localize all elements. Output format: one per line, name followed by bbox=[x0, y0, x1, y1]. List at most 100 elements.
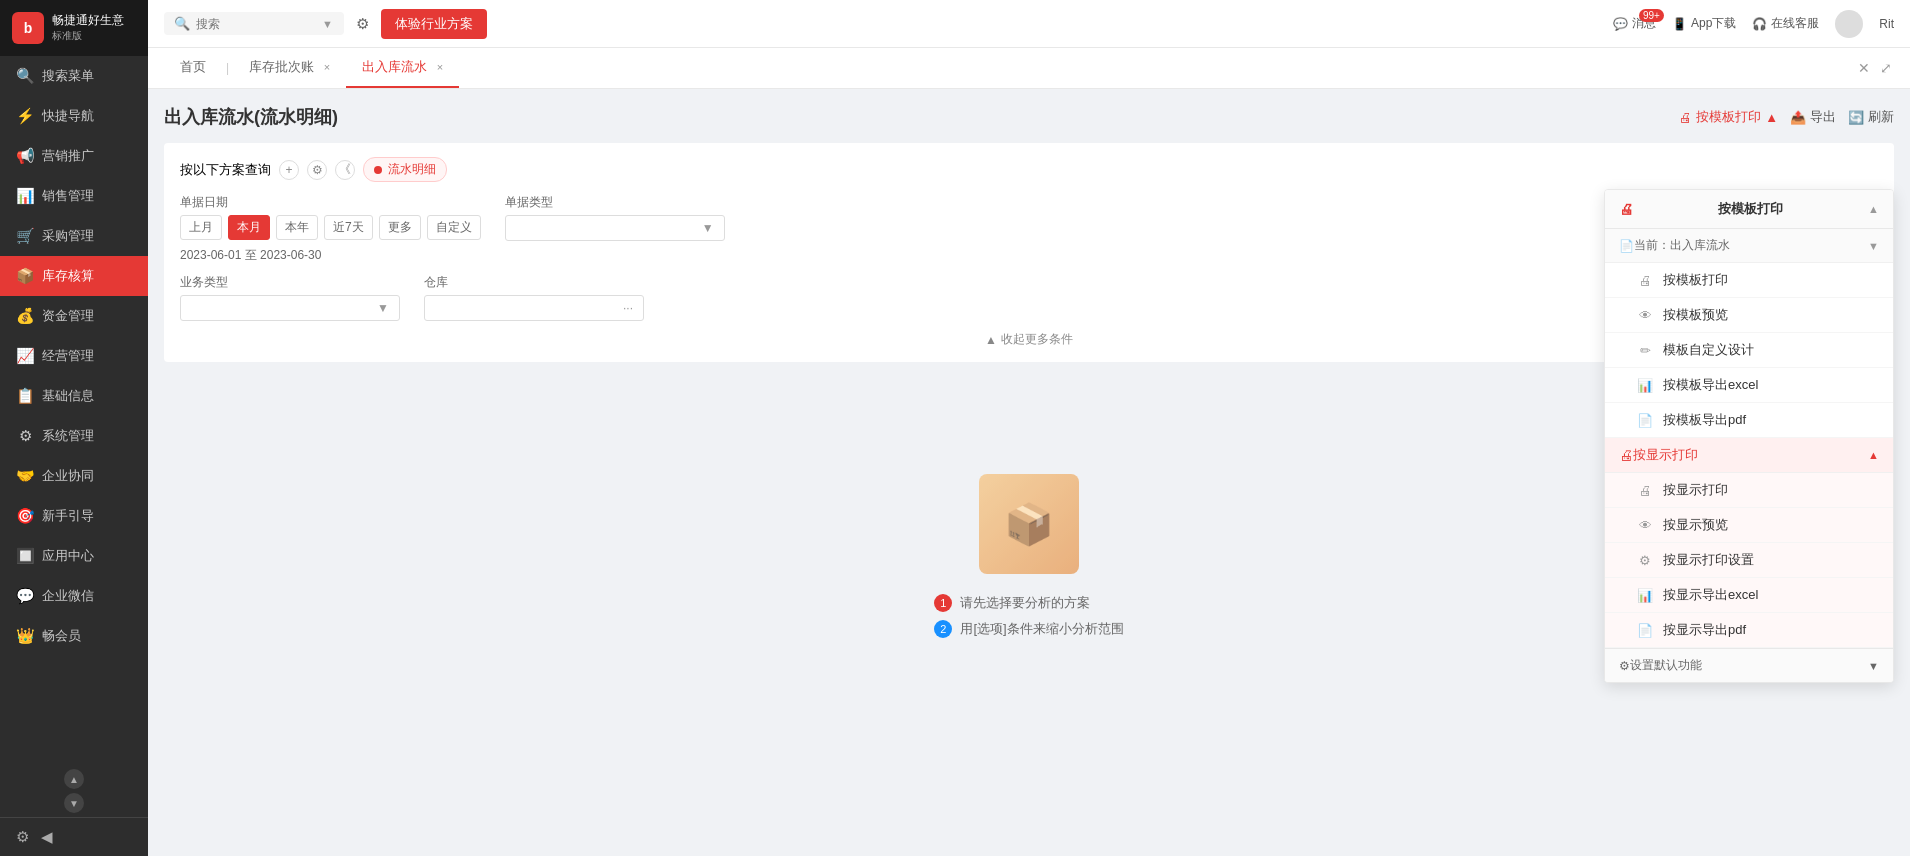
tab-flow[interactable]: 出入库流水 × bbox=[346, 48, 459, 88]
message-btn[interactable]: 💬 消息 99+ bbox=[1613, 15, 1656, 32]
sidebar-item-label-marketing: 营销推广 bbox=[42, 147, 94, 165]
print-chevron-icon: ▲ bbox=[1765, 110, 1778, 125]
filter-date-group: 单据日期 上月 本月 本年 近7天 更多 自定义 2023-06-01 至 20… bbox=[180, 194, 481, 264]
dropdown-template-pdf[interactable]: 📄 按模板导出pdf bbox=[1605, 403, 1893, 438]
sidebar-item-inventory[interactable]: 📦 库存核算 bbox=[0, 256, 148, 296]
template-print-label: 按模板打印 bbox=[1663, 271, 1728, 289]
dropdown-display-excel[interactable]: 📊 按显示导出excel bbox=[1605, 578, 1893, 613]
dropdown-display-pdf[interactable]: 📄 按显示导出pdf bbox=[1605, 613, 1893, 648]
sidebar-item-search[interactable]: 🔍 搜索菜单 bbox=[0, 56, 148, 96]
footer-label: 设置默认功能 bbox=[1630, 657, 1702, 674]
filter-biz-group: 业务类型 ▼ bbox=[180, 274, 400, 321]
dropdown-current-chevron-icon[interactable]: ▼ bbox=[1868, 240, 1879, 252]
username: Rit bbox=[1879, 17, 1894, 31]
trial-btn[interactable]: 体验行业方案 bbox=[381, 9, 487, 39]
dropdown-template-print[interactable]: 🖨 按模板打印 bbox=[1605, 263, 1893, 298]
dropdown-header-chevron-icon[interactable]: ▲ bbox=[1868, 203, 1879, 215]
page-title: 出入库流水(流水明细) bbox=[164, 105, 338, 129]
sidebar-item-finance[interactable]: 💰 资金管理 bbox=[0, 296, 148, 336]
collapse-more-btn[interactable]: ▲ 收起更多条件 bbox=[985, 331, 1073, 348]
sidebar-item-label-guide: 新手引导 bbox=[42, 507, 94, 525]
filter-setting-btn[interactable]: ⚙ bbox=[307, 160, 327, 180]
collapse-icon[interactable]: ◀ bbox=[41, 828, 53, 846]
headset-icon: 🎧 bbox=[1752, 17, 1767, 31]
topbar-gear-icon[interactable]: ⚙ bbox=[356, 15, 369, 33]
sidebar-item-marketing[interactable]: 📢 营销推广 bbox=[0, 136, 148, 176]
window-maximize-btn[interactable]: ⤢ bbox=[1878, 60, 1894, 76]
sidebar-item-operations[interactable]: 📈 经营管理 bbox=[0, 336, 148, 376]
tab-flow-close[interactable]: × bbox=[437, 61, 443, 73]
wechat-icon: 💬 bbox=[16, 587, 34, 605]
online-service-label: 在线客服 bbox=[1771, 15, 1819, 32]
filter-biz-select[interactable]: ▼ bbox=[180, 295, 400, 321]
dropdown-display-print[interactable]: 🖨 按显示打印 bbox=[1605, 473, 1893, 508]
sidebar-item-quick-nav[interactable]: ⚡ 快捷导航 bbox=[0, 96, 148, 136]
tip-num-2: 2 bbox=[934, 620, 952, 638]
sidebar-item-wechat[interactable]: 💬 企业微信 bbox=[0, 576, 148, 616]
search-icon: 🔍 bbox=[174, 16, 190, 31]
operations-icon: 📈 bbox=[16, 347, 34, 365]
sidebar-scroll-up[interactable]: ▲ bbox=[64, 769, 84, 789]
print-btn[interactable]: 🖨 按模板打印 ▲ bbox=[1679, 108, 1778, 126]
tab-inventory-batch[interactable]: 库存批次账 × bbox=[233, 48, 346, 88]
tab-inventory-batch-close[interactable]: × bbox=[324, 61, 330, 73]
display-print-icon: 🖨 bbox=[1637, 483, 1653, 498]
empty-tip-1: 1 请先选择要分析的方案 bbox=[934, 590, 1123, 616]
display-excel-icon: 📊 bbox=[1637, 588, 1653, 603]
filter-collapse-btn[interactable]: 《 bbox=[335, 160, 355, 180]
sidebar-item-label-quick-nav: 快捷导航 bbox=[42, 107, 94, 125]
filter-warehouse-label: 仓库 bbox=[424, 274, 644, 291]
avatar[interactable] bbox=[1835, 10, 1863, 38]
sidebar-item-sales[interactable]: 📊 销售管理 bbox=[0, 176, 148, 216]
page-actions: 🖨 按模板打印 ▲ 📤 导出 🔄 刷新 bbox=[1679, 108, 1894, 126]
window-close-btn[interactable]: ✕ bbox=[1856, 60, 1872, 76]
template-pdf-label: 按模板导出pdf bbox=[1663, 411, 1746, 429]
print-label: 按模板打印 bbox=[1696, 108, 1761, 126]
footer-chevron-icon: ▼ bbox=[1868, 660, 1879, 672]
export-btn[interactable]: 📤 导出 bbox=[1790, 108, 1836, 126]
date-btn-last-7[interactable]: 近7天 bbox=[324, 215, 373, 240]
dropdown-display-section-header[interactable]: 🖨 按显示打印 ▲ bbox=[1605, 438, 1893, 473]
dropdown-footer[interactable]: ⚙ 设置默认功能 ▼ bbox=[1605, 648, 1893, 682]
sidebar-item-member[interactable]: 👑 畅会员 bbox=[0, 616, 148, 656]
date-btn-more[interactable]: 更多 bbox=[379, 215, 421, 240]
filter-warehouse-group: 仓库 ··· bbox=[424, 274, 644, 321]
display-preview-icon: 👁 bbox=[1637, 518, 1653, 533]
sidebar-scroll-down[interactable]: ▼ bbox=[64, 793, 84, 813]
dropdown-display-settings[interactable]: ⚙ 按显示打印设置 bbox=[1605, 543, 1893, 578]
dropdown-template-preview[interactable]: 👁 按模板预览 bbox=[1605, 298, 1893, 333]
biz-chevron-icon: ▼ bbox=[377, 301, 389, 315]
filter-doctype-select[interactable]: ▼ bbox=[505, 215, 725, 241]
refresh-icon: 🔄 bbox=[1848, 110, 1864, 125]
filter-tag[interactable]: 流水明细 bbox=[363, 157, 447, 182]
dropdown-display-preview[interactable]: 👁 按显示预览 bbox=[1605, 508, 1893, 543]
date-btn-last-month[interactable]: 上月 bbox=[180, 215, 222, 240]
dropdown-current-section: 📄 当前：出入库流水 ▼ bbox=[1605, 229, 1893, 263]
page-title-row: 出入库流水(流水明细) 🖨 按模板打印 ▲ 📤 导出 🔄 刷新 bbox=[164, 105, 1894, 129]
sidebar-item-system[interactable]: ⚙ 系统管理 bbox=[0, 416, 148, 456]
refresh-btn[interactable]: 🔄 刷新 bbox=[1848, 108, 1894, 126]
search-chevron-icon[interactable]: ▼ bbox=[322, 18, 333, 30]
online-service-btn[interactable]: 🎧 在线客服 bbox=[1752, 15, 1819, 32]
sidebar-item-basic[interactable]: 📋 基础信息 bbox=[0, 376, 148, 416]
tab-home[interactable]: 首页 bbox=[164, 48, 222, 88]
filter-add-btn[interactable]: + bbox=[279, 160, 299, 180]
sidebar-item-appcenter[interactable]: 🔲 应用中心 bbox=[0, 536, 148, 576]
search-input[interactable] bbox=[196, 17, 316, 31]
display-section-icon: 🖨 bbox=[1619, 447, 1633, 463]
date-btn-custom[interactable]: 自定义 bbox=[427, 215, 481, 240]
dropdown-template-custom[interactable]: ✏ 模板自定义设计 bbox=[1605, 333, 1893, 368]
pdf-template-icon: 📄 bbox=[1637, 413, 1653, 428]
sidebar-item-collab[interactable]: 🤝 企业协同 bbox=[0, 456, 148, 496]
date-btn-this-year[interactable]: 本年 bbox=[276, 215, 318, 240]
date-btn-this-month[interactable]: 本月 bbox=[228, 215, 270, 240]
sidebar-item-guide[interactable]: 🎯 新手引导 bbox=[0, 496, 148, 536]
sidebar-item-label-operations: 经营管理 bbox=[42, 347, 94, 365]
settings-icon[interactable]: ⚙ bbox=[16, 828, 29, 846]
app-download-btn[interactable]: 📱 App下载 bbox=[1672, 15, 1736, 32]
dropdown-template-excel[interactable]: 📊 按模板导出excel bbox=[1605, 368, 1893, 403]
filter-warehouse-select[interactable]: ··· bbox=[424, 295, 644, 321]
phone-icon: 📱 bbox=[1672, 17, 1687, 31]
sidebar-item-purchase[interactable]: 🛒 采购管理 bbox=[0, 216, 148, 256]
topbar-search-box[interactable]: 🔍 ▼ bbox=[164, 12, 344, 35]
